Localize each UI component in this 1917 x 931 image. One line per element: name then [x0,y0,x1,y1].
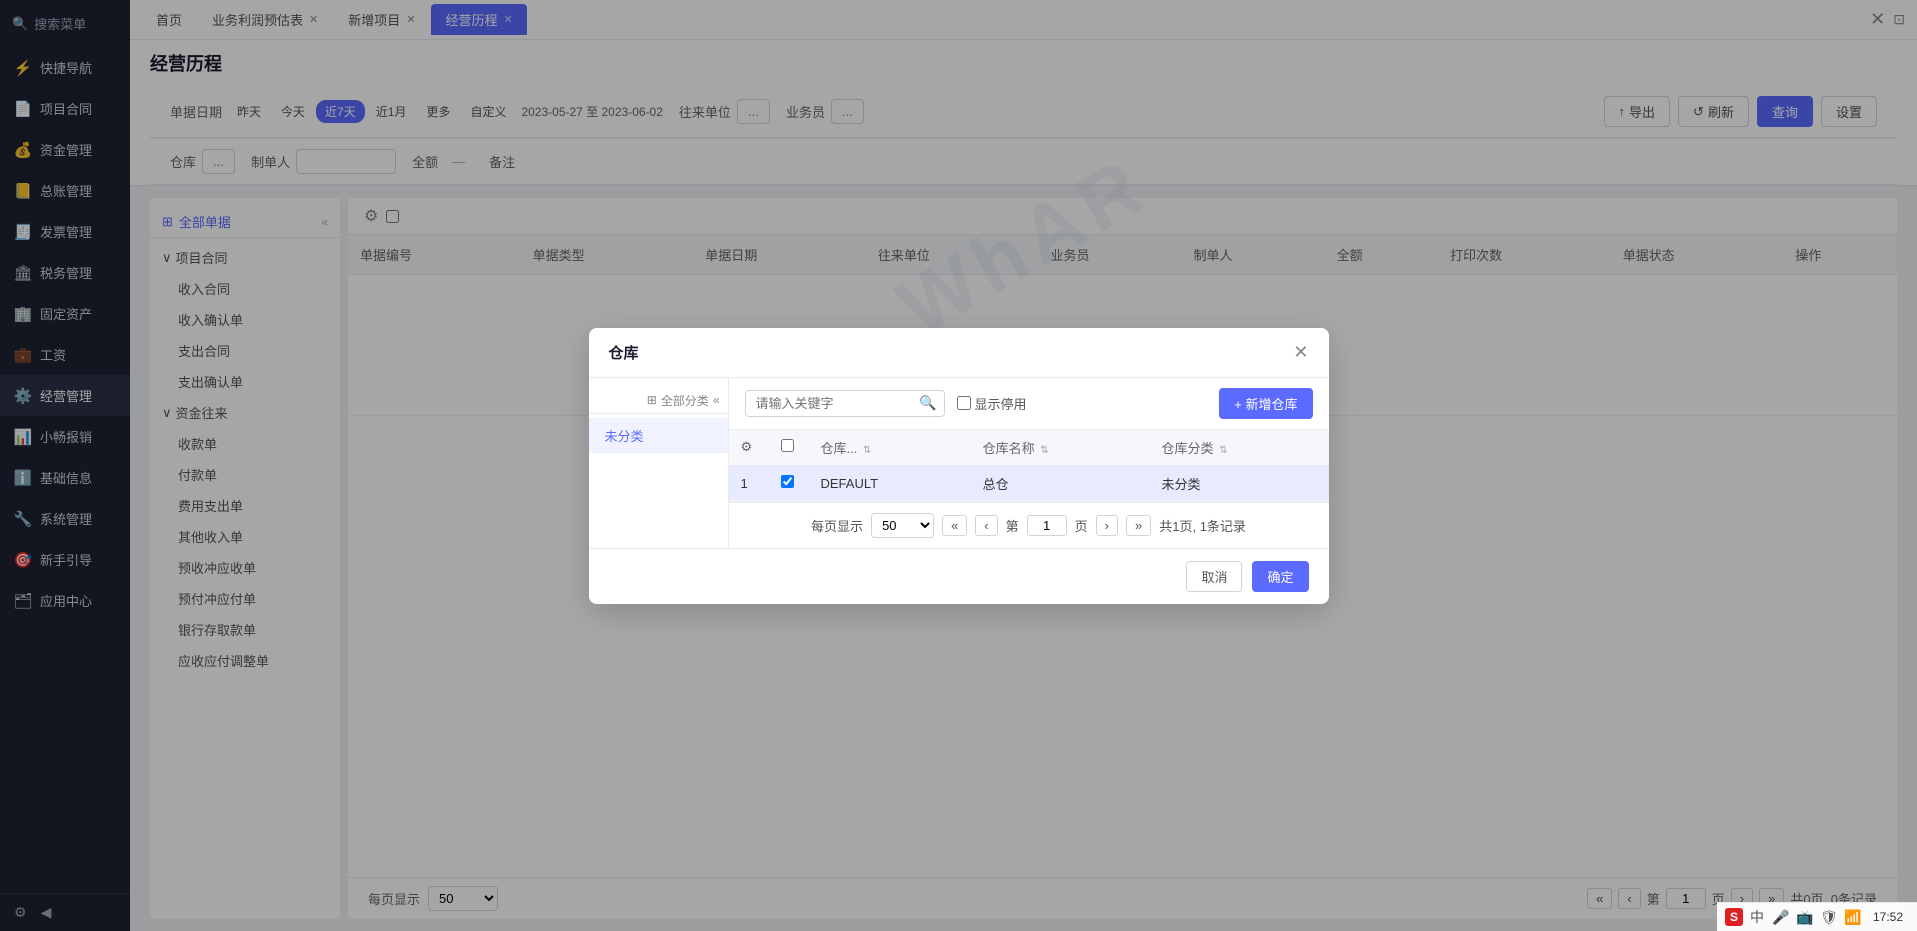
cancel-btn[interactable]: 取消 [1186,561,1242,592]
th-name: 仓库名称 ⇅ [971,430,1150,466]
modal-pagination: 每页显示 50 « ‹ 第 页 › » 共1页, 1条记录 [729,502,1329,548]
sys-icon-s: S [1725,908,1743,926]
modal-content: 🔍 显示停用 + 新增仓库 ⚙ [729,378,1329,548]
show-disabled-label: 显示停用 [975,394,1027,413]
modal-sidebar-uncategorized[interactable]: 未分类 [589,418,728,453]
collapse-chevron: « [713,393,720,407]
modal-table-header: ⚙ 仓库... ⇅ 仓库名称 [729,430,1329,466]
modal-page-label: 第 [1006,516,1019,535]
modal-page-suffix: 页 [1075,516,1088,535]
sys-icon-zh: 中 [1747,907,1767,927]
warehouse-modal: 仓库 ✕ ⊞ 全部分类 « 未分类 [589,328,1329,604]
modal-warehouse-table: ⚙ 仓库... ⇅ 仓库名称 [729,430,1329,502]
modal-footer: 取消 确定 [589,548,1329,604]
sort-icon-category: ⇅ [1219,445,1227,456]
modal-toolbar: 🔍 显示停用 + 新增仓库 [729,378,1329,430]
sys-icon-wifi: 📶 [1843,907,1863,927]
th-code: 仓库... ⇅ [809,430,971,466]
system-bar: S 中 🎤 📺 🛡 📶 17:52 [1717,902,1917,931]
row-category: 未分类 [1150,465,1329,501]
col-settings-icon[interactable]: ⚙ [741,439,753,454]
modal-total-info: 共1页, 1条记录 [1159,516,1246,535]
row-num: 1 [729,465,769,501]
modal-sidebar: ⊞ 全部分类 « 未分类 [589,378,729,548]
modal-table-row[interactable]: 1 DEFAULT 总仓 未分类 [729,465,1329,501]
modal-close-btn[interactable]: ✕ [1293,342,1308,363]
sys-icon-mic: 🎤 [1771,907,1791,927]
modal-header: 仓库 ✕ [589,328,1329,378]
show-disabled-wrap: 显示停用 [957,394,1027,413]
confirm-btn[interactable]: 确定 [1252,561,1308,592]
grid-icon-small: ⊞ [647,393,657,407]
modal-prev-btn[interactable]: ‹ [975,515,997,536]
modal-table-wrap: ⚙ 仓库... ⇅ 仓库名称 [729,430,1329,502]
warehouse-search-input[interactable] [745,390,945,417]
search-magnifier-icon: 🔍 [919,395,936,412]
modal-per-page-select[interactable]: 50 [871,513,934,538]
row-name: 总仓 [971,465,1150,501]
sys-icon-shield: 🛡 [1819,907,1839,927]
modal-last-btn[interactable]: » [1126,515,1151,536]
sys-icon-tv: 📺 [1795,907,1815,927]
th-settings: ⚙ [729,430,769,466]
th-checkbox [769,430,809,466]
modal-sidebar-toggle[interactable]: ⊞ 全部分类 « [589,388,728,414]
modal-page-input[interactable] [1027,515,1067,536]
show-disabled-checkbox[interactable] [957,396,971,410]
time-display: 17:52 [1867,910,1909,924]
modal-table-body: 1 DEFAULT 总仓 未分类 [729,465,1329,501]
modal-per-page-label: 每页显示 [811,516,863,535]
sort-icon-name: ⇅ [1040,445,1048,456]
modal-first-btn[interactable]: « [942,515,967,536]
sort-icon-code: ⇅ [863,445,871,456]
modal-overlay: 仓库 ✕ ⊞ 全部分类 « 未分类 [0,0,1917,931]
modal-next-btn[interactable]: › [1096,515,1118,536]
modal-body: ⊞ 全部分类 « 未分类 🔍 [589,378,1329,548]
row-code: DEFAULT [809,465,971,501]
add-warehouse-btn[interactable]: + 新增仓库 [1219,388,1312,419]
modal-title: 仓库 [609,342,639,363]
row-checkbox[interactable] [769,465,809,501]
modal-select-all[interactable] [781,439,794,452]
th-category: 仓库分类 ⇅ [1150,430,1329,466]
search-wrap: 🔍 [745,390,945,417]
